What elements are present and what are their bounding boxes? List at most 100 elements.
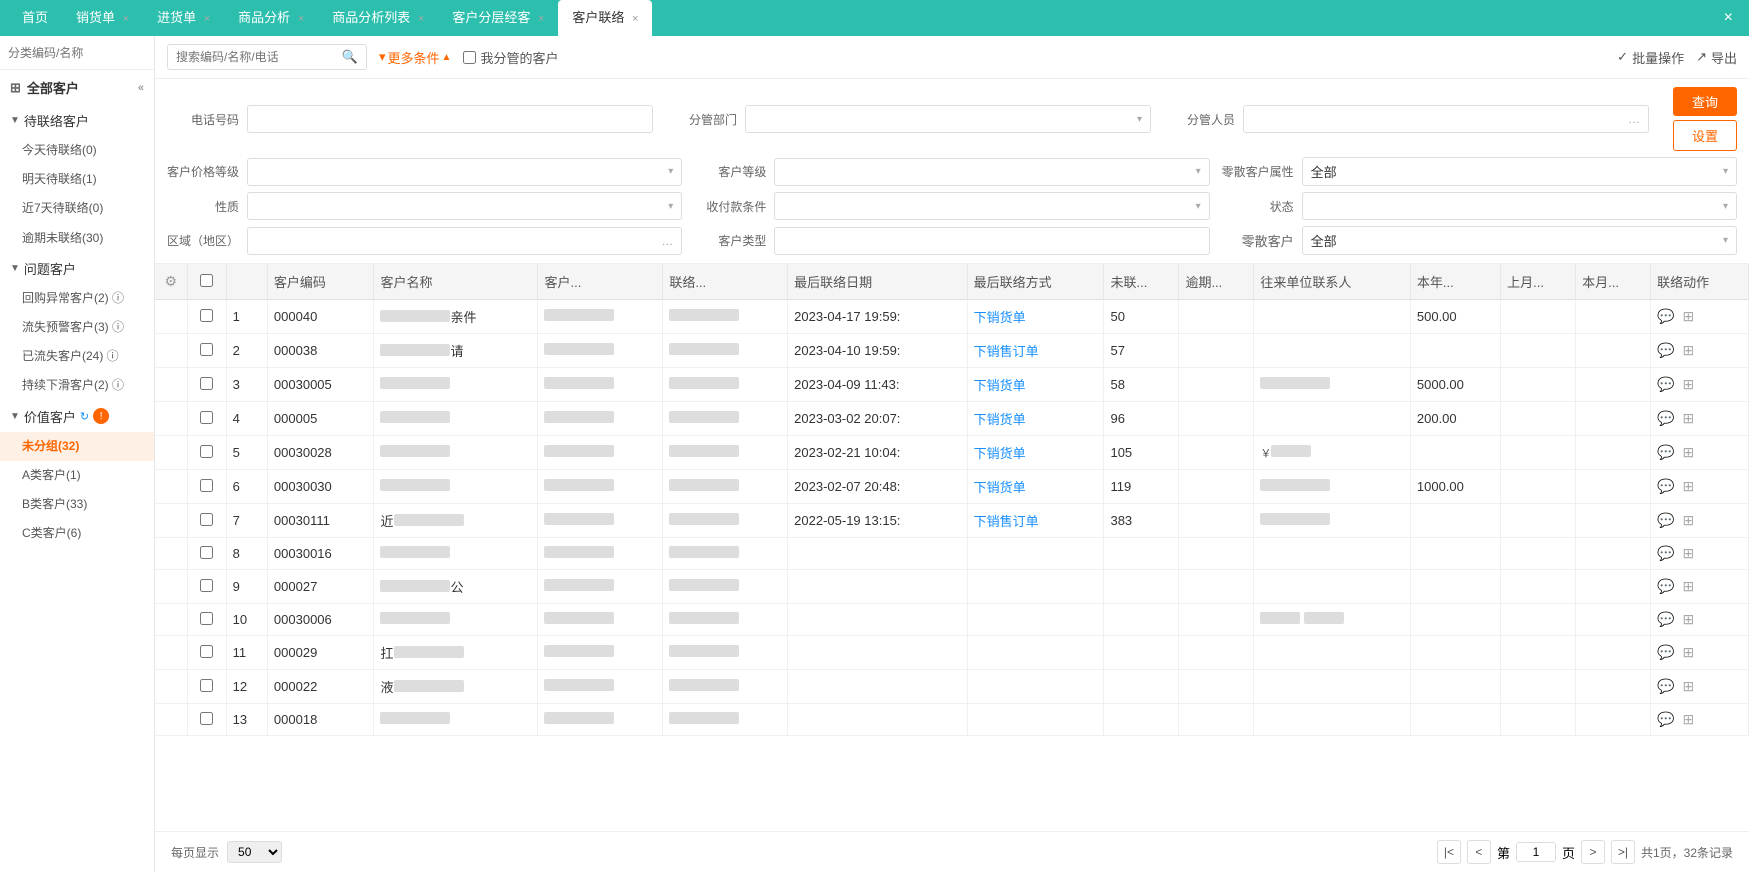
customer-type-select[interactable] [774,227,1209,255]
section-pending-contact[interactable]: ▼ 待联络客户 [0,105,154,136]
chat-icon[interactable]: 💬 [1657,444,1674,461]
td-check[interactable] [187,504,226,538]
sidebar-item-declining[interactable]: 持续下滑客户(2) ⓘ [0,371,154,400]
row-checkbox[interactable] [200,445,213,458]
chat-icon[interactable]: 💬 [1657,376,1674,393]
tab-sales[interactable]: 销货单 × [62,0,143,36]
td-check[interactable] [187,402,226,436]
grid-action-icon[interactable]: ⊞ [1683,410,1695,427]
grid-action-icon[interactable]: ⊞ [1683,611,1695,628]
phone-input[interactable] [247,105,653,133]
sidebar-item-overdue[interactable]: 逾期未联络(30) [0,224,154,253]
td-check[interactable] [187,436,226,470]
row-checkbox[interactable] [200,479,213,492]
sidebar-item-today[interactable]: 今天待联络(0) [0,136,154,165]
grid-action-icon[interactable]: ⊞ [1683,478,1695,495]
row-checkbox[interactable] [200,411,213,424]
sidebar-item-7days[interactable]: 近7天待联络(0) [0,194,154,223]
tab-product-analysis[interactable]: 商品分析 × [224,0,318,36]
chat-icon[interactable]: 💬 [1657,545,1674,562]
tab-close-customer-tier[interactable]: × [538,13,544,25]
price-level-select[interactable]: ▾ [247,158,682,186]
sidebar-search-box[interactable]: 🔍 [0,36,154,70]
last-page-btn[interactable]: >| [1611,840,1635,864]
per-page-select[interactable]: 50 20 100 [227,841,282,863]
tab-close-purchase[interactable]: × [204,13,210,25]
tab-purchase[interactable]: 进货单 × [143,0,224,36]
search-input[interactable] [176,50,342,64]
grid-action-icon[interactable]: ⊞ [1683,342,1695,359]
retail-customer-select[interactable]: 全部 ▾ [1302,226,1737,255]
td-check[interactable] [187,368,226,402]
my-customers-checkbox[interactable]: 我分管的客户 [463,48,558,67]
tab-close-customer-contact[interactable]: × [632,13,638,25]
grid-action-icon[interactable]: ⊞ [1683,578,1695,595]
settings-icon[interactable]: ⚙ [164,273,177,289]
contact-method-link[interactable]: 下销售订单 [974,344,1039,359]
contact-method-link[interactable]: 下销货单 [974,412,1026,427]
sidebar-item-class-a[interactable]: A类客户(1) [0,461,154,490]
row-checkbox[interactable] [200,546,213,559]
sidebar-item-class-c[interactable]: C类客户(6) [0,519,154,548]
dept-select[interactable]: ▾ [745,105,1151,133]
person-input[interactable]: … [1243,105,1649,133]
tab-customer-contact[interactable]: 客户联络 × [558,0,652,36]
sidebar-item-unclassified[interactable]: 未分组(32) [0,432,154,461]
reset-button[interactable]: 设置 [1673,120,1737,151]
chat-icon[interactable]: 💬 [1657,678,1674,695]
td-check[interactable] [187,704,226,736]
td-check[interactable] [187,538,226,570]
tab-close-sales[interactable]: × [123,13,129,25]
td-check[interactable] [187,470,226,504]
td-check[interactable] [187,334,226,368]
payment-select[interactable]: ▾ [774,192,1209,220]
row-checkbox[interactable] [200,645,213,658]
chat-icon[interactable]: 💬 [1657,611,1674,628]
chat-icon[interactable]: 💬 [1657,410,1674,427]
grid-action-icon[interactable]: ⊞ [1683,678,1695,695]
next-page-btn[interactable]: > [1581,840,1605,864]
more-conditions-toggle[interactable]: ▾ 更多条件 ▲ [379,48,451,67]
sidebar-item-abnormal[interactable]: 回购异常客户(2) ⓘ [0,284,154,313]
batch-operation-btn[interactable]: ✓ 批量操作 [1617,48,1684,67]
refresh-icon[interactable]: ↻ [80,410,89,423]
sidebar-item-churn-warning[interactable]: 流失预警客户(3) ⓘ [0,313,154,342]
first-page-btn[interactable]: |< [1437,840,1461,864]
row-checkbox[interactable] [200,343,213,356]
tab-close-product-list[interactable]: × [418,13,424,25]
contact-method-link[interactable]: 下销货单 [974,446,1026,461]
td-check[interactable] [187,570,226,604]
sidebar-item-tomorrow[interactable]: 明天待联络(1) [0,165,154,194]
contact-method-link[interactable]: 下销货单 [974,378,1026,393]
close-window-icon[interactable]: × [1716,9,1741,27]
td-check[interactable] [187,636,226,670]
grid-action-icon[interactable]: ⊞ [1683,644,1695,661]
tab-product-list[interactable]: 商品分析列表 × [318,0,438,36]
search-icon[interactable]: 🔍 [342,49,358,65]
prev-page-btn[interactable]: < [1467,840,1491,864]
collapse-arrow-icon[interactable]: « [138,82,144,94]
search-box[interactable]: 🔍 [167,44,367,70]
all-customers-header[interactable]: ⊞ 全部客户 « [0,70,154,105]
grid-action-icon[interactable]: ⊞ [1683,711,1695,728]
td-check[interactable] [187,670,226,704]
row-checkbox[interactable] [200,612,213,625]
row-checkbox[interactable] [200,712,213,725]
td-check[interactable] [187,300,226,334]
nature-select[interactable]: ▾ [247,192,682,220]
chat-icon[interactable]: 💬 [1657,578,1674,595]
chat-icon[interactable]: 💬 [1657,342,1674,359]
chat-icon[interactable]: 💬 [1657,711,1674,728]
contact-method-link[interactable]: 下销货单 [974,310,1026,325]
row-checkbox[interactable] [200,309,213,322]
contact-method-link[interactable]: 下销售订单 [974,514,1039,529]
sidebar-item-lost[interactable]: 已流失客户(24) ⓘ [0,342,154,371]
sidebar-search-input[interactable] [8,46,155,60]
row-checkbox[interactable] [200,377,213,390]
export-btn[interactable]: ↗ 导出 [1696,48,1737,67]
td-check[interactable] [187,604,226,636]
grid-action-icon[interactable]: ⊞ [1683,308,1695,325]
contact-method-link[interactable]: 下销货单 [974,480,1026,495]
row-checkbox[interactable] [200,513,213,526]
retail-attr-select[interactable]: 全部 ▾ [1302,157,1737,186]
